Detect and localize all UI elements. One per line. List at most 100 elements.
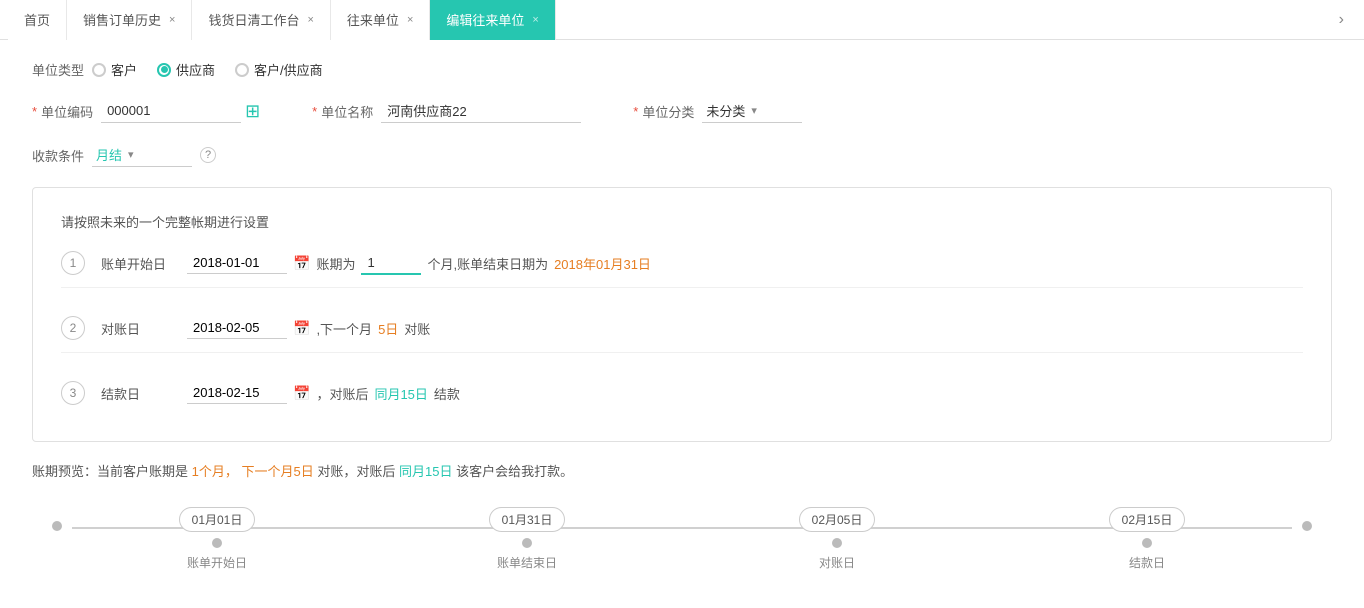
- highlight-date-1: 2018年01月31日: [554, 254, 651, 273]
- unit-code-input[interactable]: [101, 99, 241, 123]
- unit-category-select[interactable]: 未分类 ▾: [702, 99, 802, 123]
- suffix-2: 对账: [404, 319, 430, 338]
- unit-info-row: * 单位编码 ⊞ * 单位名称 * 单位分类 未分类 ▾: [32, 99, 1332, 123]
- tab-edit-partner-unit[interactable]: 编辑往来单位 ×: [430, 0, 555, 40]
- step-1-num: 1: [61, 251, 85, 275]
- timeline-left-dot-wrapper: [52, 507, 62, 531]
- preview-part4: 同月15日: [399, 464, 452, 479]
- timeline-dot-3: [832, 538, 842, 548]
- calendar-icon-2[interactable]: 📅: [293, 320, 310, 337]
- timeline-dot-2: [522, 538, 532, 548]
- setting-row-2: 2 对账日 📅 ,下一个月 5日 对账: [61, 316, 1303, 353]
- radio-supplier[interactable]: 供应商: [157, 60, 215, 79]
- timeline-node-4: 02月15日 结款日: [1095, 507, 1198, 571]
- preview-part1: 1个月，: [192, 464, 238, 479]
- timeline-node-2: 01月31日 账单结束日: [475, 507, 578, 571]
- unit-name-group: * 单位名称: [312, 99, 581, 123]
- timeline-dot-1: [212, 538, 222, 548]
- settings-box: 请按照未来的一个完整帐期进行设置 1 账单开始日 📅 账期为 个月,账单结束日期…: [32, 187, 1332, 442]
- required-star-cat: *: [633, 104, 638, 119]
- required-star-code: *: [32, 104, 37, 119]
- tab-cash-work[interactable]: 钱货日清工作台 ×: [192, 0, 330, 40]
- setting-row-1: 1 账单开始日 📅 账期为 个月,账单结束日期为 2018年01月31日: [61, 251, 1303, 288]
- timeline-right-dot-wrapper: [1302, 507, 1312, 531]
- unit-name-label: 单位名称: [321, 102, 373, 121]
- preview-part2: 下一个月5日: [242, 464, 314, 479]
- reconcile-date-input[interactable]: [187, 317, 287, 339]
- payment-terms-value: 月结: [96, 145, 122, 164]
- timeline-nodes: 01月01日 账单开始日 01月31日 账单结束日 02月05日 对账日: [52, 507, 1312, 571]
- tabs-bar: 首页 销售订单历史 × 钱货日清工作台 × 往来单位 × 编辑往来单位 × ›: [0, 0, 1364, 40]
- timeline-label-1: 账单开始日: [187, 554, 247, 571]
- unit-category-label: 单位分类: [642, 102, 694, 121]
- calendar-icon-3[interactable]: 📅: [293, 385, 310, 402]
- radio-circle-supplier: [157, 63, 171, 77]
- unit-type-group: 单位类型 客户 供应商 客户/供应商: [32, 60, 323, 79]
- timeline-node-1: 01月01日 账单开始日: [165, 507, 268, 571]
- radio-supplier-label: 供应商: [176, 60, 215, 79]
- timeline-dot-4: [1142, 538, 1152, 548]
- payment-terms-select[interactable]: 月结 ▾: [92, 143, 192, 167]
- tab-home[interactable]: 首页: [8, 0, 67, 40]
- timeline-container: 01月01日 账单开始日 01月31日 账单结束日 02月05日 对账日: [32, 507, 1332, 571]
- suffix-prefix-2: ,下一个月: [316, 319, 372, 338]
- timeline-pill-1: 01月01日: [179, 507, 256, 532]
- unit-code-group: * 单位编码 ⊞: [32, 99, 260, 123]
- radio-both-label: 客户/供应商: [254, 60, 323, 79]
- required-star-name: *: [312, 104, 317, 119]
- suffix-1: 个月,账单结束日期为: [427, 254, 548, 273]
- chevron-down-icon-payment: ▾: [128, 148, 134, 161]
- preview-label: 账期预览：当前客户账期是: [32, 464, 188, 479]
- suffix-prefix-3: ，对账后: [316, 384, 368, 403]
- step-3-num: 3: [61, 381, 85, 405]
- period-input[interactable]: [361, 252, 421, 275]
- payment-terms-group: 收款条件 月结 ▾ ?: [32, 143, 216, 167]
- mid-label-1: 账期为: [316, 254, 355, 273]
- unit-code-label: 单位编码: [41, 102, 93, 121]
- unit-category-value: 未分类: [706, 101, 745, 120]
- close-icon[interactable]: ×: [307, 14, 313, 26]
- preview-part3: 对账，对账后: [317, 464, 395, 479]
- field-label-3: 结款日: [101, 384, 171, 403]
- payment-terms-row: 收款条件 月结 ▾ ?: [32, 143, 1332, 167]
- payment-date-input[interactable]: [187, 382, 287, 404]
- step-2-num: 2: [61, 316, 85, 340]
- unit-type-label: 单位类型: [32, 60, 84, 79]
- highlight-day-2: 5日: [378, 319, 398, 338]
- timeline-label-3: 对账日: [819, 554, 855, 571]
- timeline-pill-2: 01月31日: [489, 507, 566, 532]
- radio-circle-customer: [92, 63, 106, 77]
- tabs-more-button[interactable]: ›: [1327, 11, 1356, 29]
- main-content: 单位类型 客户 供应商 客户/供应商 * 单位编码: [0, 40, 1364, 608]
- timeline-node-3: 02月05日 对账日: [785, 507, 888, 571]
- radio-group-unit-type: 客户 供应商 客户/供应商: [92, 60, 323, 79]
- copy-icon[interactable]: ⊞: [245, 101, 260, 122]
- preview-section: 账期预览：当前客户账期是 1个月， 下一个月5日 对账，对账后 同月15日 该客…: [32, 462, 1332, 483]
- close-icon[interactable]: ×: [407, 14, 413, 26]
- payment-terms-label: 收款条件: [32, 146, 84, 165]
- timeline-label-4: 结款日: [1129, 554, 1165, 571]
- help-icon[interactable]: ?: [200, 147, 216, 163]
- start-date-input[interactable]: [187, 252, 287, 274]
- radio-customer[interactable]: 客户: [92, 60, 137, 79]
- tab-sales-order-history[interactable]: 销售订单历史 ×: [67, 0, 192, 40]
- field-label-2: 对账日: [101, 319, 171, 338]
- radio-customer-label: 客户: [111, 60, 137, 79]
- close-icon-active[interactable]: ×: [532, 14, 538, 26]
- chevron-down-icon: ▾: [751, 104, 757, 117]
- close-icon[interactable]: ×: [169, 14, 175, 26]
- highlight-day-3: 同月15日: [374, 384, 427, 403]
- unit-name-input[interactable]: [381, 99, 581, 123]
- timeline-pill-3: 02月05日: [799, 507, 876, 532]
- tab-partner-unit[interactable]: 往来单位 ×: [331, 0, 430, 40]
- suffix-3: 结款: [434, 384, 460, 403]
- timeline-pill-4: 02月15日: [1109, 507, 1186, 532]
- timeline-end-dot: [1302, 521, 1312, 531]
- calendar-icon-1[interactable]: 📅: [293, 255, 310, 272]
- field-label-1: 账单开始日: [101, 254, 171, 273]
- unit-type-row: 单位类型 客户 供应商 客户/供应商: [32, 60, 1332, 79]
- radio-both[interactable]: 客户/供应商: [235, 60, 323, 79]
- timeline-start-dot: [52, 521, 62, 531]
- timeline-label-2: 账单结束日: [497, 554, 557, 571]
- preview-part5: 该客户会给我打款。: [456, 464, 573, 479]
